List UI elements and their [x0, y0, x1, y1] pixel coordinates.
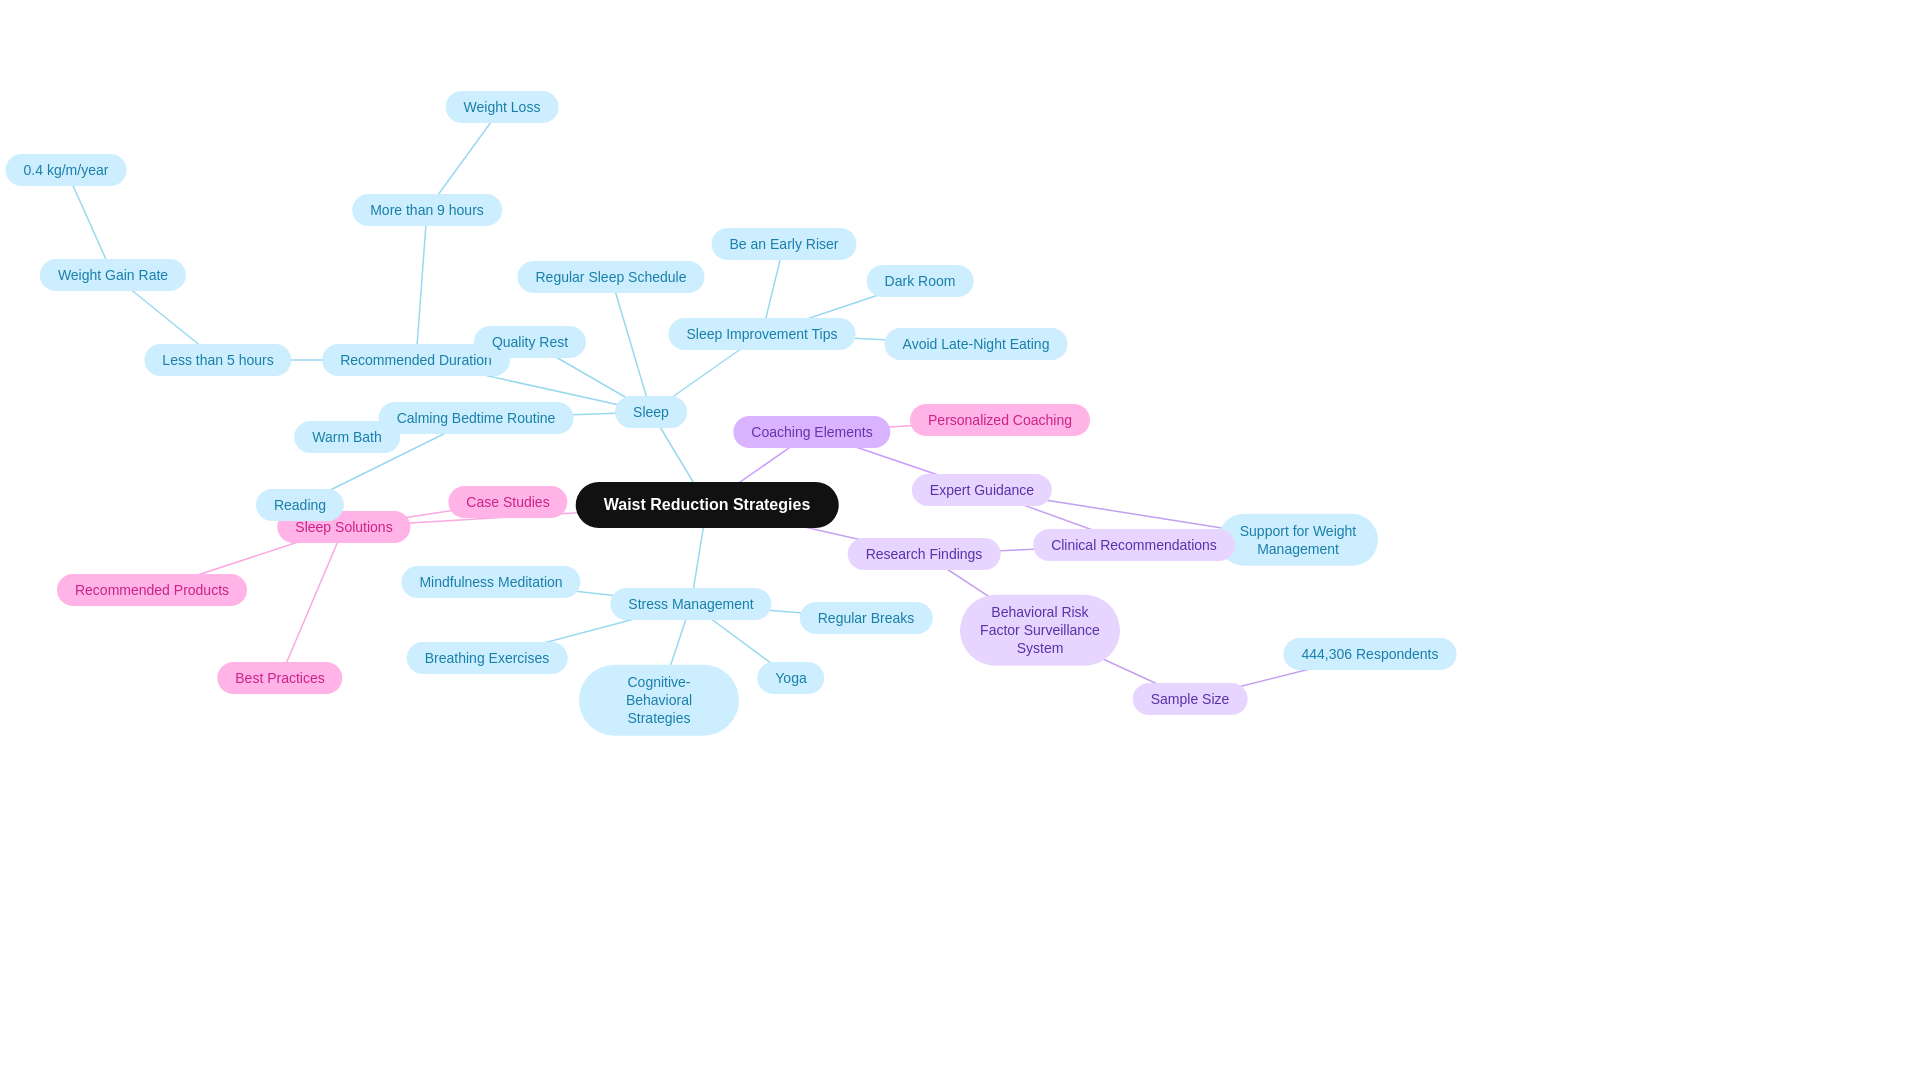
node-weight-gain-rate[interactable]: Weight Gain Rate: [40, 259, 186, 291]
node-warm-bath[interactable]: Warm Bath: [294, 421, 400, 453]
node-breathing-exercises[interactable]: Breathing Exercises: [407, 642, 568, 674]
node-avoid-late-night[interactable]: Avoid Late-Night Eating: [885, 328, 1068, 360]
node-recommended-products[interactable]: Recommended Products: [57, 574, 247, 606]
node-regular-breaks[interactable]: Regular Breaks: [800, 602, 933, 634]
node-less-than-5-hours[interactable]: Less than 5 hours: [144, 344, 291, 376]
node-sleep-improvement-tips[interactable]: Sleep Improvement Tips: [669, 318, 856, 350]
svg-line-7: [611, 277, 651, 412]
center-node[interactable]: Waist Reduction Strategies: [576, 482, 839, 528]
node-rate-value[interactable]: 0.4 kg/m/year: [6, 154, 127, 186]
node-support-weight-mgmt[interactable]: Support for Weight Management: [1218, 514, 1378, 566]
node-clinical-recommendations[interactable]: Clinical Recommendations: [1033, 529, 1235, 561]
svg-line-22: [280, 527, 344, 678]
mindmap-canvas: Waist Reduction StrategiesSleepSleep Sol…: [0, 0, 1920, 1083]
node-yoga[interactable]: Yoga: [757, 662, 824, 694]
node-expert-guidance[interactable]: Expert Guidance: [912, 474, 1052, 506]
node-weight-loss[interactable]: Weight Loss: [446, 91, 559, 123]
node-quality-rest[interactable]: Quality Rest: [474, 326, 586, 358]
node-case-studies[interactable]: Case Studies: [448, 486, 567, 518]
node-personalized-coaching[interactable]: Personalized Coaching: [910, 404, 1090, 436]
node-best-practices[interactable]: Best Practices: [217, 662, 342, 694]
node-dark-room[interactable]: Dark Room: [867, 265, 974, 297]
svg-line-10: [416, 210, 427, 360]
node-calming-bedtime-routine[interactable]: Calming Bedtime Routine: [379, 402, 574, 434]
node-more-than-9-hours[interactable]: More than 9 hours: [352, 194, 502, 226]
node-brfss[interactable]: Behavioral Risk Factor Surveillance Syst…: [960, 595, 1120, 666]
node-sample-size[interactable]: Sample Size: [1133, 683, 1248, 715]
node-respondents[interactable]: 444,306 Respondents: [1284, 638, 1457, 670]
node-stress-management[interactable]: Stress Management: [610, 588, 771, 620]
node-coaching-elements[interactable]: Coaching Elements: [733, 416, 890, 448]
node-reading[interactable]: Reading: [256, 489, 344, 521]
node-cognitive-behavioral[interactable]: Cognitive-Behavioral Strategies: [579, 665, 739, 736]
node-regular-sleep-schedule[interactable]: Regular Sleep Schedule: [518, 261, 705, 293]
node-mindfulness-meditation[interactable]: Mindfulness Meditation: [401, 566, 580, 598]
node-sleep[interactable]: Sleep: [615, 396, 687, 428]
node-be-early-riser[interactable]: Be an Early Riser: [712, 228, 857, 260]
node-research-findings[interactable]: Research Findings: [848, 538, 1001, 570]
